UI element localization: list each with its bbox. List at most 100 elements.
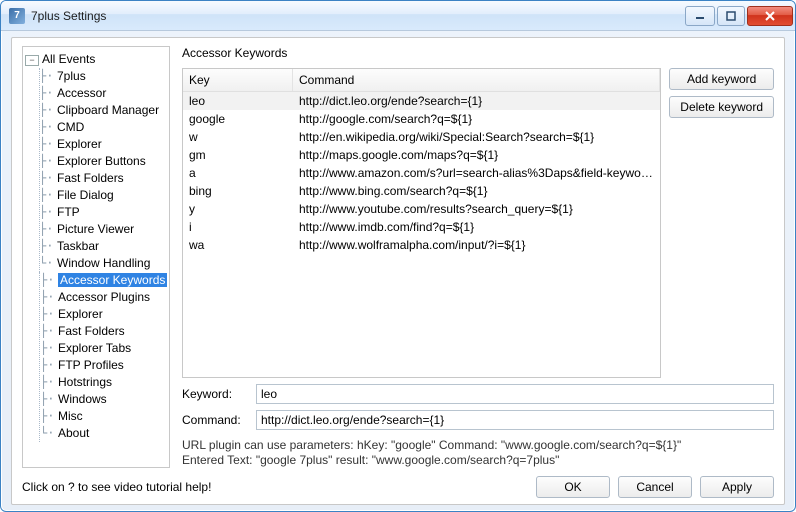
- tree-item[interactable]: Accessor: [40, 85, 167, 102]
- cell-command: http://www.youtube.com/results?search_qu…: [293, 201, 660, 217]
- tree-item[interactable]: Accessor Keywords: [40, 272, 167, 289]
- add-keyword-button[interactable]: Add keyword: [669, 68, 774, 90]
- tree-item[interactable]: Explorer: [40, 306, 167, 323]
- tree-item-label: Explorer Tabs: [58, 341, 131, 355]
- cancel-button[interactable]: Cancel: [618, 476, 692, 498]
- tree-branch-icon: [39, 68, 57, 85]
- tree-item-label: Accessor: [57, 86, 106, 100]
- col-header-command[interactable]: Command: [293, 69, 660, 91]
- hint-line-1: URL plugin can use parameters: hKey: "go…: [182, 438, 774, 453]
- tree-branch-icon: [39, 153, 57, 170]
- hint-text: URL plugin can use parameters: hKey: "go…: [182, 438, 774, 468]
- tree-item-label: Accessor Keywords: [58, 273, 167, 287]
- hint-line-2: Entered Text: "google 7plus" result: "ww…: [182, 453, 774, 468]
- tree-item[interactable]: File Dialog: [40, 187, 167, 204]
- table-row[interactable]: binghttp://www.bing.com/search?q=${1}: [183, 182, 660, 200]
- tree-item[interactable]: FTP Profiles: [40, 357, 167, 374]
- tree-branch-icon: [39, 85, 57, 102]
- app-icon: 7: [9, 8, 25, 24]
- tree-item[interactable]: Fast Folders: [40, 170, 167, 187]
- table-row[interactable]: ahttp://www.amazon.com/s?url=search-alia…: [183, 164, 660, 182]
- tree-item-label: FTP Profiles: [58, 358, 124, 372]
- tree-branch-icon: [39, 255, 57, 272]
- tree-item[interactable]: Accessor Plugins: [40, 289, 167, 306]
- cell-command: http://www.wolframalpha.com/input/?i=${1…: [293, 237, 660, 253]
- tree-item[interactable]: Explorer: [40, 136, 167, 153]
- tree-branch-icon: [40, 374, 58, 391]
- cell-command: http://google.com/search?q=${1}: [293, 111, 660, 127]
- cell-command: http://en.wikipedia.org/wiki/Special:Sea…: [293, 129, 660, 145]
- titlebar[interactable]: 7 7plus Settings: [1, 1, 795, 31]
- tree-branch-icon: [39, 102, 57, 119]
- tree-item[interactable]: Picture Viewer: [40, 221, 167, 238]
- maximize-icon: [726, 11, 736, 21]
- tree-branch-icon: [40, 340, 58, 357]
- tree-item[interactable]: Windows: [40, 391, 167, 408]
- cell-command: http://www.bing.com/search?q=${1}: [293, 183, 660, 199]
- tree-branch-icon: [40, 408, 58, 425]
- tree-item-label: About: [58, 426, 89, 440]
- tree-item[interactable]: About: [40, 425, 167, 442]
- keyword-input[interactable]: [256, 384, 774, 404]
- tree-item[interactable]: Clipboard Manager: [40, 102, 167, 119]
- tree-item[interactable]: FTP: [40, 204, 167, 221]
- table-row[interactable]: yhttp://www.youtube.com/results?search_q…: [183, 200, 660, 218]
- tree-item[interactable]: Window Handling: [40, 255, 167, 272]
- close-button[interactable]: [747, 6, 793, 26]
- tree-branch-icon: [39, 204, 57, 221]
- tree-item-label: File Dialog: [57, 188, 114, 202]
- command-input[interactable]: [256, 410, 774, 430]
- table-row[interactable]: gmhttp://maps.google.com/maps?q=${1}: [183, 146, 660, 164]
- tree-item-label: Windows: [58, 392, 107, 406]
- delete-keyword-button[interactable]: Delete keyword: [669, 96, 774, 118]
- tree-item[interactable]: Fast Folders: [40, 323, 167, 340]
- tree-branch-icon: [40, 391, 58, 408]
- tree-item-label: CMD: [57, 120, 84, 134]
- cell-key: wa: [183, 237, 293, 253]
- listview-header[interactable]: Key Command: [183, 69, 660, 92]
- ok-button[interactable]: OK: [536, 476, 610, 498]
- cell-key: leo: [183, 93, 293, 109]
- tree-item[interactable]: Explorer Tabs: [40, 340, 167, 357]
- apply-button[interactable]: Apply: [700, 476, 774, 498]
- cell-command: http://www.imdb.com/find?q=${1}: [293, 219, 660, 235]
- table-row[interactable]: whttp://en.wikipedia.org/wiki/Special:Se…: [183, 128, 660, 146]
- cell-key: google: [183, 111, 293, 127]
- tree-branch-icon: [40, 323, 58, 340]
- tree-item[interactable]: Explorer Buttons: [40, 153, 167, 170]
- tree-item-label: Misc: [58, 409, 83, 423]
- tree-root[interactable]: −All Events 7plusAccessor Clipboard Manag…: [25, 51, 167, 272]
- cell-key: y: [183, 201, 293, 217]
- col-header-key[interactable]: Key: [183, 69, 293, 91]
- table-row[interactable]: leohttp://dict.leo.org/ende?search={1}: [183, 92, 660, 110]
- cell-key: gm: [183, 147, 293, 163]
- tree-branch-icon: [39, 221, 57, 238]
- window-frame: 7 7plus Settings −All Events 7plusAccess…: [0, 0, 796, 512]
- collapse-icon[interactable]: −: [25, 55, 39, 66]
- tree-item-label: FTP: [57, 205, 80, 219]
- tree-item[interactable]: Hotstrings: [40, 374, 167, 391]
- tree-branch-icon: [40, 272, 58, 289]
- event-tree[interactable]: −All Events 7plusAccessor Clipboard Manag…: [22, 46, 170, 468]
- maximize-button[interactable]: [717, 6, 745, 26]
- table-row[interactable]: wahttp://www.wolframalpha.com/input/?i=$…: [183, 236, 660, 254]
- cell-command: http://www.amazon.com/s?url=search-alias…: [293, 165, 660, 181]
- table-row[interactable]: googlehttp://google.com/search?q=${1}: [183, 110, 660, 128]
- minimize-icon: [695, 11, 705, 21]
- table-row[interactable]: ihttp://www.imdb.com/find?q=${1}: [183, 218, 660, 236]
- tree-root-label: All Events: [42, 52, 95, 66]
- tree-item-label: Explorer: [57, 137, 102, 151]
- cell-key: a: [183, 165, 293, 181]
- tree-item[interactable]: Misc: [40, 408, 167, 425]
- tree-item[interactable]: Taskbar: [40, 238, 167, 255]
- window-title: 7plus Settings: [31, 9, 685, 23]
- tree-branch-icon: [40, 289, 58, 306]
- tree-item[interactable]: 7plus: [40, 68, 167, 85]
- tree-item-label: Taskbar: [57, 239, 99, 253]
- keyword-listview[interactable]: Key Command leohttp://dict.leo.org/ende?…: [182, 68, 661, 378]
- tree-item-label: Explorer: [58, 307, 103, 321]
- minimize-button[interactable]: [685, 6, 715, 26]
- tree-item[interactable]: CMD: [40, 119, 167, 136]
- tree-item-label: Accessor Plugins: [58, 290, 150, 304]
- keyword-label: Keyword:: [182, 387, 248, 401]
